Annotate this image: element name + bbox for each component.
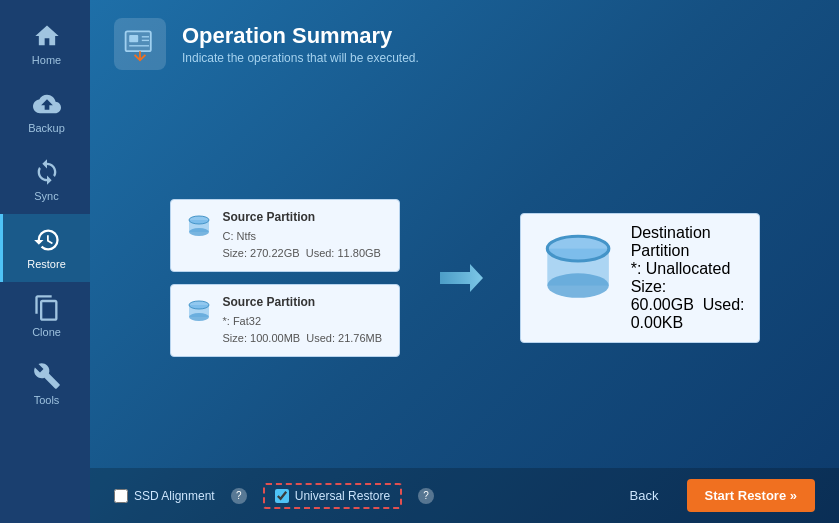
svg-point-8 <box>189 228 209 236</box>
destination-card-size: Size: 60.00GB Used: 0.00KB <box>631 278 745 332</box>
sidebar-label-restore: Restore <box>27 258 66 270</box>
source-card-2-drive: *: Fat32 <box>223 313 385 330</box>
destination-card-content: Destination Partition *: Unallocated Siz… <box>631 224 745 332</box>
destination-card-title: Destination Partition <box>631 224 745 260</box>
operation-diagram: Source Partition C: Ntfs Size: 270.22GB … <box>90 88 839 468</box>
disk-icon-2 <box>185 297 213 325</box>
header-icon-container <box>114 18 166 70</box>
home-icon <box>33 22 61 50</box>
destination-card-drive: *: Unallocated <box>631 260 745 278</box>
page-title: Operation Summary <box>182 23 419 49</box>
restore-icon <box>33 226 61 254</box>
source-card-1-title: Source Partition <box>223 210 385 224</box>
sidebar-item-backup[interactable]: Backup <box>0 78 90 146</box>
sidebar-label-clone: Clone <box>32 326 61 338</box>
sidebar-item-tools[interactable]: Tools <box>0 350 90 418</box>
universal-restore-checkbox[interactable] <box>275 489 289 503</box>
sidebar-item-restore[interactable]: Restore <box>0 214 90 282</box>
source-card-2-content: Source Partition *: Fat32 Size: 100.00MB… <box>223 295 385 346</box>
sidebar-item-sync[interactable]: Sync <box>0 146 90 214</box>
page-header: Operation Summary Indicate the operation… <box>90 0 839 88</box>
backup-icon <box>33 90 61 118</box>
sidebar: Home Backup Sync Restore Clone Tools <box>0 0 90 523</box>
svg-point-17 <box>547 273 609 298</box>
universal-restore-box: Universal Restore <box>263 483 402 509</box>
ssd-alignment-option[interactable]: SSD Alignment <box>114 489 215 503</box>
source-partition-card-1: Source Partition C: Ntfs Size: 270.22GB … <box>170 199 400 272</box>
disk-icon-1 <box>185 212 213 240</box>
sidebar-item-home[interactable]: Home <box>0 10 90 78</box>
universal-restore-help-icon[interactable]: ? <box>418 488 434 504</box>
footer-bar: SSD Alignment ? Universal Restore ? Back… <box>90 468 839 523</box>
sidebar-label-tools: Tools <box>34 394 60 406</box>
sidebar-label-home: Home <box>32 54 61 66</box>
footer-left: SSD Alignment ? Universal Restore ? <box>114 483 434 509</box>
svg-marker-14 <box>440 264 483 292</box>
ssd-alignment-label: SSD Alignment <box>134 489 215 503</box>
sidebar-item-clone[interactable]: Clone <box>0 282 90 350</box>
tools-icon <box>33 362 61 390</box>
source-card-1-drive: C: Ntfs <box>223 228 385 245</box>
source-card-1-size: Size: 270.22GB Used: 11.80GB <box>223 245 385 262</box>
header-text: Operation Summary Indicate the operation… <box>182 23 419 65</box>
start-restore-button[interactable]: Start Restore » <box>687 479 815 512</box>
universal-restore-label: Universal Restore <box>295 489 390 503</box>
arrow-container <box>430 258 490 298</box>
operation-summary-icon <box>122 26 158 62</box>
destination-disk-icon <box>535 224 621 310</box>
source-card-2-size: Size: 100.00MB Used: 21.76MB <box>223 330 385 347</box>
right-arrow-icon <box>435 258 485 298</box>
page-subtitle: Indicate the operations that will be exe… <box>182 51 419 65</box>
clone-icon <box>33 294 61 322</box>
sync-icon <box>33 158 61 186</box>
svg-rect-1 <box>129 35 138 42</box>
ssd-alignment-help-icon[interactable]: ? <box>231 488 247 504</box>
source-card-2-title: Source Partition <box>223 295 385 309</box>
footer-right: Back Start Restore » <box>614 479 815 512</box>
back-button[interactable]: Back <box>614 480 675 511</box>
source-card-1-content: Source Partition C: Ntfs Size: 270.22GB … <box>223 210 385 261</box>
ssd-alignment-checkbox[interactable] <box>114 489 128 503</box>
svg-point-12 <box>189 313 209 321</box>
sidebar-label-backup: Backup <box>28 122 65 134</box>
destination-partition-card: Destination Partition *: Unallocated Siz… <box>520 213 760 343</box>
source-partition-group: Source Partition C: Ntfs Size: 270.22GB … <box>170 199 400 357</box>
main-content: Operation Summary Indicate the operation… <box>90 0 839 523</box>
source-partition-card-2: Source Partition *: Fat32 Size: 100.00MB… <box>170 284 400 357</box>
sidebar-label-sync: Sync <box>34 190 58 202</box>
